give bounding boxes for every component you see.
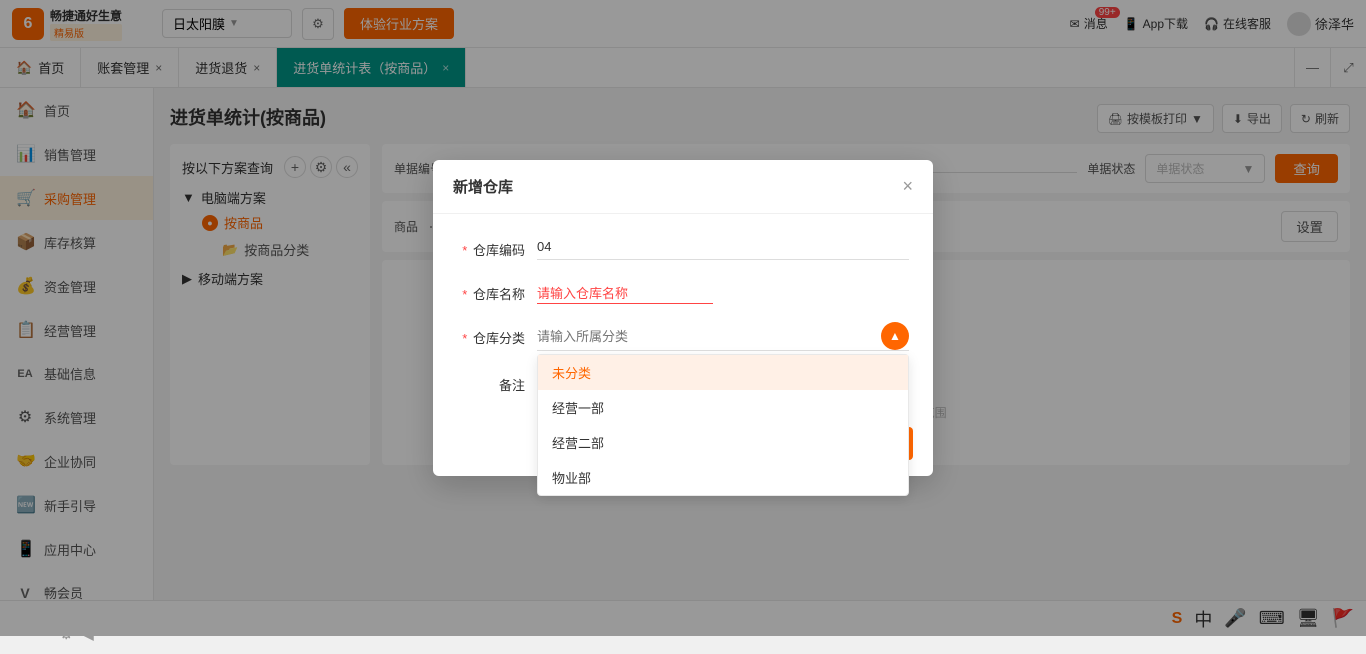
cat-required-star: * bbox=[462, 331, 467, 346]
modal-body: * 仓库编码 * 仓库名称 请输入仓库名称 * bbox=[433, 214, 933, 415]
dropdown-item-uncategorized[interactable]: 未分类 bbox=[538, 355, 908, 390]
name-input[interactable] bbox=[537, 278, 713, 304]
modal-header: 新增仓库 × bbox=[433, 160, 933, 214]
form-row-category: * 仓库分类 ▲ 未分类 经营一部 经营二部 物业部 bbox=[457, 322, 909, 351]
dropdown-item-dept1[interactable]: 经营一部 bbox=[538, 390, 908, 425]
category-toggle-button[interactable]: ▲ bbox=[881, 322, 909, 350]
dropdown-item-property[interactable]: 物业部 bbox=[538, 460, 908, 495]
name-input-wrapper: 请输入仓库名称 bbox=[537, 278, 909, 304]
category-label: * 仓库分类 bbox=[457, 322, 537, 347]
category-select-row: ▲ 未分类 经营一部 经营二部 物业部 bbox=[537, 322, 909, 351]
code-input[interactable] bbox=[537, 234, 909, 260]
name-required-star: * bbox=[462, 287, 467, 302]
modal-title: 新增仓库 bbox=[453, 176, 513, 197]
code-label: * 仓库编码 bbox=[457, 234, 537, 259]
new-warehouse-modal: 新增仓库 × * 仓库编码 * 仓库名称 请输入仓库名称 bbox=[433, 160, 933, 476]
required-star: * bbox=[462, 243, 467, 258]
form-row-code: * 仓库编码 bbox=[457, 234, 909, 260]
remark-label: 备注 bbox=[457, 369, 537, 394]
modal-close-button[interactable]: × bbox=[902, 176, 913, 197]
name-label: * 仓库名称 bbox=[457, 278, 537, 303]
dropdown-item-dept2[interactable]: 经营二部 bbox=[538, 425, 908, 460]
form-row-name: * 仓库名称 请输入仓库名称 bbox=[457, 278, 909, 304]
category-dropdown: 未分类 经营一部 经营二部 物业部 bbox=[537, 354, 909, 496]
modal-overlay: 新增仓库 × * 仓库编码 * 仓库名称 请输入仓库名称 bbox=[0, 0, 1366, 636]
category-input[interactable] bbox=[537, 324, 881, 349]
